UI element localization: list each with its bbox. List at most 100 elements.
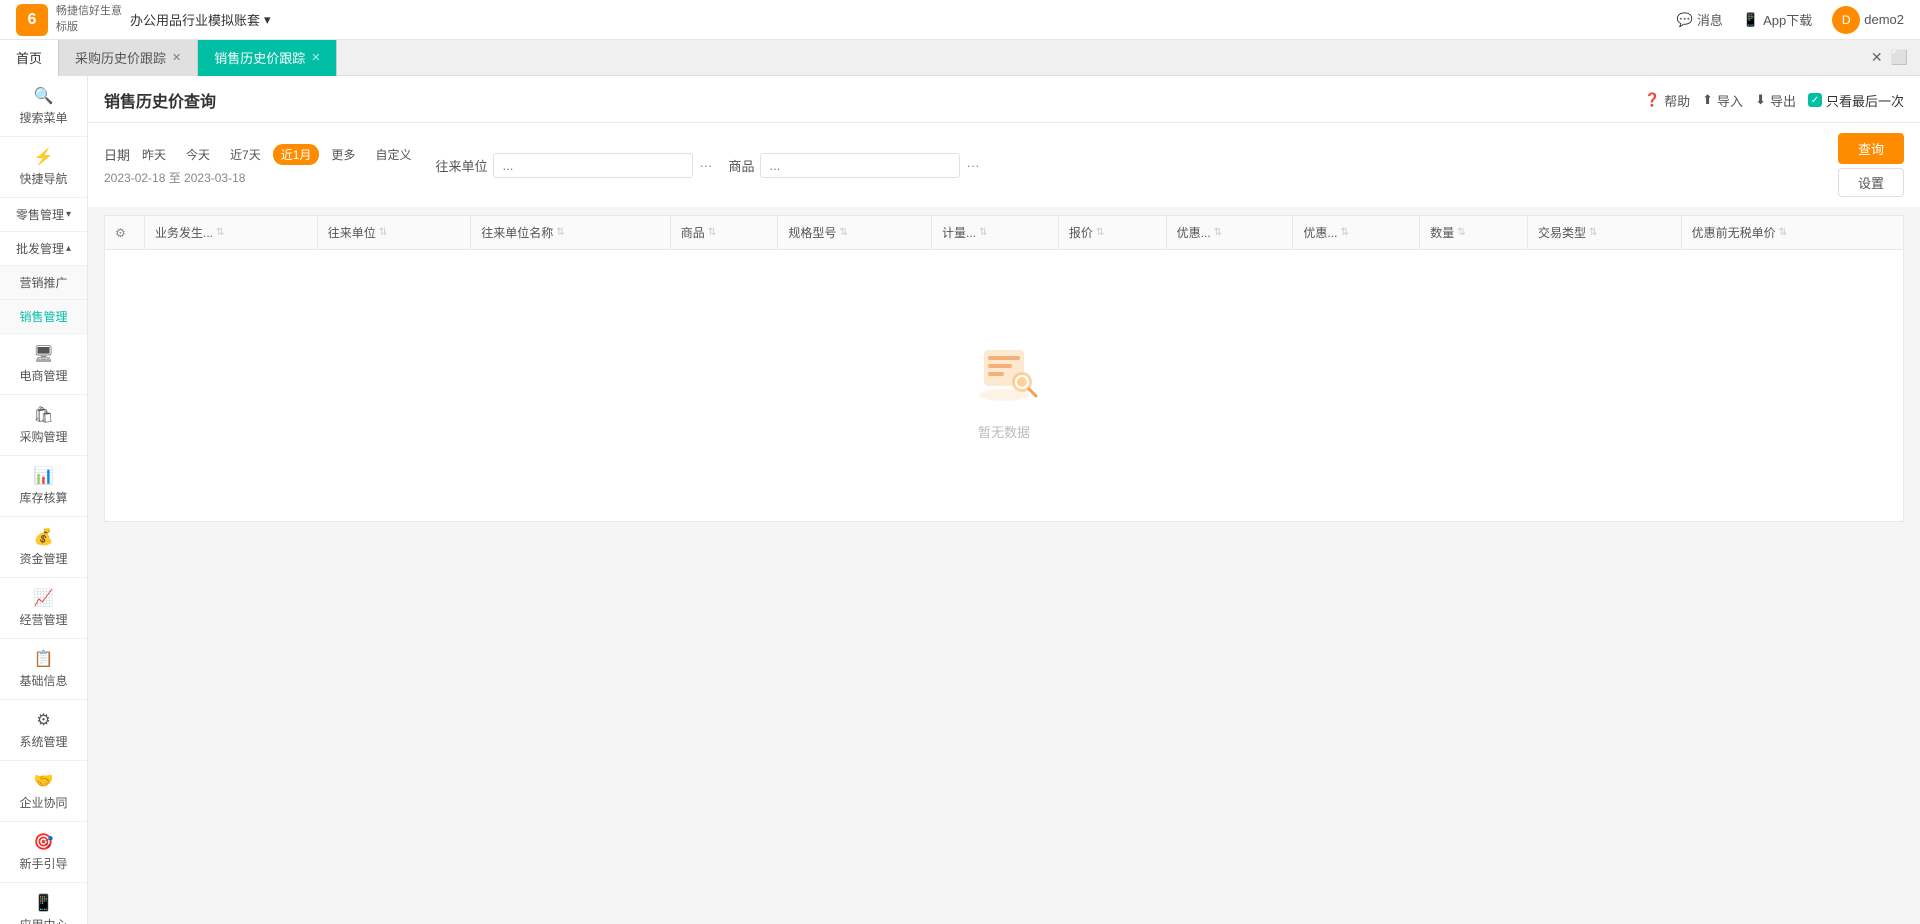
- inventory-icon: 📊: [34, 466, 54, 486]
- sort-icon: ⇅: [1457, 227, 1465, 238]
- col-trade-type[interactable]: 交易类型 ⇅: [1528, 216, 1682, 250]
- sidebar-item-sales-mgmt[interactable]: 销售管理: [0, 300, 87, 334]
- col-discount2[interactable]: 优惠... ⇅: [1293, 216, 1420, 250]
- sidebar-item-wholesale-mgmt[interactable]: 批发管理 ▴: [0, 232, 87, 266]
- date-filters: 日期 昨天 今天 近7天 近1月 更多 自定义 2023-02-18 至 202…: [104, 144, 419, 186]
- sidebar-item-enterprise-collab[interactable]: 🤝 企业协同: [0, 761, 87, 822]
- filter-bar: 日期 昨天 今天 近7天 近1月 更多 自定义 2023-02-18 至 202…: [88, 123, 1920, 207]
- help-btn[interactable]: ❓ 帮助: [1644, 91, 1690, 110]
- col-product[interactable]: 商品 ⇅: [670, 216, 778, 250]
- tab-purchase-history[interactable]: 采购历史价跟踪 ✕: [59, 40, 198, 76]
- close-all-btn[interactable]: ✕: [1871, 49, 1883, 66]
- sort-icon: ⇅: [216, 227, 224, 238]
- avatar: D: [1832, 6, 1860, 34]
- system-icon: ⚙: [36, 710, 50, 730]
- collab-icon: 🤝: [34, 771, 54, 791]
- close-icon[interactable]: ✕: [311, 51, 320, 64]
- sidebar-item-new-guide[interactable]: 🎯 新手引导: [0, 822, 87, 883]
- chevron-down-icon: ▾: [66, 209, 71, 220]
- col-pre-tax[interactable]: 优惠前无税单价 ⇅: [1681, 216, 1903, 250]
- settings-button[interactable]: 设置: [1838, 168, 1904, 197]
- partner-input[interactable]: [493, 153, 693, 178]
- data-table: ⚙ 业务发生... ⇅ 往来单位 ⇅: [104, 215, 1904, 522]
- sidebar-item-ecommerce-mgmt[interactable]: 🖥 电商管理: [0, 334, 87, 395]
- sort-icon: ⇅: [1096, 227, 1104, 238]
- logo-icon: 6: [16, 4, 48, 36]
- page-header: 销售历史价查询 ❓ 帮助 ⬆ 导入 ⬇ 导出 ✓: [88, 76, 1920, 123]
- date-btn-more[interactable]: 更多: [323, 144, 363, 165]
- col-quote[interactable]: 报价 ⇅: [1058, 216, 1166, 250]
- tab-sales-history[interactable]: 销售历史价跟踪 ✕: [198, 40, 337, 76]
- date-label: 日期: [104, 145, 130, 164]
- col-discount1[interactable]: 优惠... ⇅: [1166, 216, 1293, 250]
- sidebar-item-basic-info[interactable]: 📋 基础信息: [0, 639, 87, 700]
- sidebar-item-marketing[interactable]: 营销推广: [0, 266, 87, 300]
- date-btn-today[interactable]: 今天: [178, 144, 218, 165]
- partner-filter: 往来单位 ···: [435, 153, 712, 178]
- help-icon: ❓: [1644, 92, 1660, 108]
- col-settings[interactable]: ⚙: [105, 216, 145, 250]
- sidebar-item-finance-mgmt[interactable]: 💰 资金管理: [0, 517, 87, 578]
- date-btn-7days[interactable]: 近7天: [222, 144, 269, 165]
- tab-bar-actions: ✕ ⬜: [1871, 49, 1920, 66]
- sort-icon: ⇅: [708, 227, 716, 238]
- sort-icon: ⇅: [379, 227, 387, 238]
- only-last-checkbox[interactable]: ✓ 只看最后一次: [1808, 91, 1904, 110]
- col-biz-date[interactable]: 业务发生... ⇅: [145, 216, 318, 250]
- sidebar-item-retail-mgmt[interactable]: 零售管理 ▾: [0, 198, 87, 232]
- sidebar-item-search-menu[interactable]: 🔍 搜索菜单: [0, 76, 87, 137]
- finance-icon: 💰: [34, 527, 54, 547]
- import-btn[interactable]: ⬆ 导入: [1702, 91, 1743, 110]
- app-center-icon: 📱: [34, 893, 54, 913]
- user-menu[interactable]: D demo2: [1832, 6, 1904, 34]
- date-btn-row: 日期 昨天 今天 近7天 近1月 更多 自定义: [104, 144, 419, 165]
- partner-label: 往来单位: [435, 156, 487, 175]
- export-btn[interactable]: ⬇ 导出: [1755, 91, 1796, 110]
- close-icon[interactable]: ✕: [172, 51, 181, 64]
- sort-icon: ⇅: [1214, 227, 1222, 238]
- maximize-btn[interactable]: ⬜: [1891, 49, 1908, 66]
- top-bar-left: 6 畅捷信好生意 标版 办公用品行业模拟账套 ▾: [16, 4, 271, 36]
- tab-home[interactable]: 首页: [0, 40, 59, 76]
- query-button[interactable]: 查询: [1838, 133, 1904, 164]
- empty-text: 暂无数据: [978, 422, 1030, 441]
- sidebar: 🔍 搜索菜单 ⚡ 快捷导航 零售管理 ▾ 批发管理 ▴ 营销推广 销售管理: [0, 76, 88, 924]
- gear-icon[interactable]: ⚙: [115, 226, 126, 240]
- lightning-icon: ⚡: [34, 147, 54, 167]
- product-label: 商品: [728, 156, 754, 175]
- col-quantity[interactable]: 数量 ⇅: [1420, 216, 1528, 250]
- date-btn-yesterday[interactable]: 昨天: [134, 144, 174, 165]
- date-btn-custom[interactable]: 自定义: [367, 144, 419, 165]
- sort-icon: ⇅: [839, 227, 847, 238]
- partner-more-icon[interactable]: ···: [699, 158, 712, 173]
- download-icon: 📱: [1743, 12, 1759, 28]
- checkbox-icon: ✓: [1808, 93, 1822, 107]
- col-partner-name[interactable]: 往来单位名称 ⇅: [471, 216, 670, 250]
- sidebar-sub-wholesale: 营销推广 销售管理: [0, 266, 87, 334]
- sidebar-item-inventory[interactable]: 📊 库存核算: [0, 456, 87, 517]
- sidebar-item-system-mgmt[interactable]: ⚙ 系统管理: [0, 700, 87, 761]
- chevron-up-icon: ▴: [66, 243, 71, 254]
- table-body: 暂无数据: [105, 250, 1904, 522]
- col-partner-code[interactable]: 往来单位 ⇅: [317, 216, 471, 250]
- chevron-down-icon: ▾: [264, 12, 271, 28]
- app-selector[interactable]: 办公用品行业模拟账套 ▾: [130, 10, 271, 29]
- message-btn[interactable]: 💬 消息: [1677, 10, 1723, 29]
- sidebar-item-app-center[interactable]: 📱 应用中心: [0, 883, 87, 924]
- empty-state: 暂无数据: [105, 250, 1903, 521]
- message-icon: 💬: [1677, 12, 1693, 28]
- sort-icon: ⇅: [1779, 227, 1787, 238]
- sidebar-item-quick-nav[interactable]: ⚡ 快捷导航: [0, 137, 87, 198]
- product-more-icon[interactable]: ···: [966, 158, 979, 173]
- col-spec[interactable]: 规格型号 ⇅: [778, 216, 932, 250]
- sidebar-item-ops-mgmt[interactable]: 📈 经营管理: [0, 578, 87, 639]
- sidebar-item-purchase-mgmt[interactable]: 🛍 采购管理: [0, 395, 87, 456]
- top-bar-right: 💬 消息 📱 App下载 D demo2: [1677, 6, 1904, 34]
- col-unit[interactable]: 计量... ⇅: [932, 216, 1059, 250]
- main-layout: 🔍 搜索菜单 ⚡ 快捷导航 零售管理 ▾ 批发管理 ▴ 营销推广 销售管理: [0, 76, 1920, 924]
- top-bar: 6 畅捷信好生意 标版 办公用品行业模拟账套 ▾ 💬 消息 📱 App下载 D …: [0, 0, 1920, 40]
- product-input[interactable]: [760, 153, 960, 178]
- ops-icon: 📈: [34, 588, 54, 608]
- app-download-btn[interactable]: 📱 App下载: [1743, 10, 1812, 29]
- date-btn-1month[interactable]: 近1月: [273, 144, 320, 165]
